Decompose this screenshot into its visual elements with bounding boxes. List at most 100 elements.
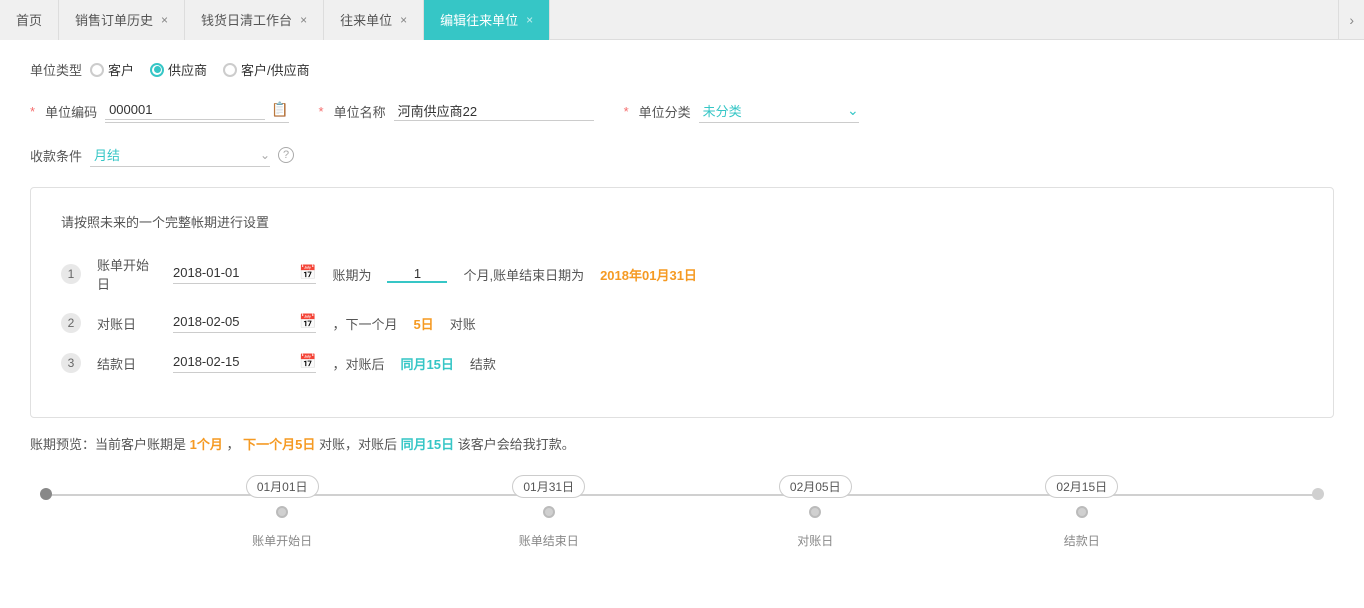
payment-day-highlight: 同月15日 (400, 354, 453, 373)
unit-info-row: * 单位编码 📋 * 单位名称 * 单位分类 未分类 ⌄ (30, 99, 1334, 123)
timeline-node-4-badge: 02月15日 (1045, 475, 1118, 498)
timeline-node-3-badge: 02月05日 (779, 475, 852, 498)
months-input[interactable] (387, 266, 447, 283)
payment-date-calendar-icon[interactable]: 📅 (299, 353, 316, 370)
period-desc-3-plain: ，对账后 (332, 354, 384, 373)
preview-months: 1个月 (190, 437, 223, 452)
radio-customer[interactable]: 客户 (90, 60, 134, 79)
unit-name-input[interactable] (394, 101, 594, 121)
timeline-node-2-badge: 01月31日 (512, 475, 585, 498)
reconcile-date-input[interactable] (173, 314, 293, 329)
tab-partners-close[interactable]: × (400, 13, 407, 27)
payment-date-input[interactable] (173, 354, 293, 369)
payment-date-wrap: 📅 (173, 353, 316, 373)
timeline-node-1-label: 账单开始日 (252, 532, 312, 549)
timeline-node-3-dot (809, 506, 821, 518)
preview-pay-day: 同月15日 (401, 437, 454, 452)
tab-partners-label: 往来单位 (340, 10, 392, 29)
unit-code-copy-icon[interactable]: 📋 (271, 101, 288, 118)
radio-supplier-dot (154, 66, 161, 73)
period-row-2: 2 对账日 📅 ，下一个月 5日 对账 (61, 313, 1303, 333)
tab-cash-work-close[interactable]: × (300, 13, 307, 27)
period-label-3: 结款日 (97, 354, 157, 373)
tab-home[interactable]: 首页 (0, 0, 59, 40)
timeline-node-4: 02月15日 结款日 (1045, 477, 1118, 549)
payment-terms-value: 月结 (90, 143, 260, 166)
period-row-3: 3 结款日 📅 ，对账后 同月15日 结款 (61, 353, 1303, 373)
tab-sales-history[interactable]: 销售订单历史 × (59, 0, 185, 40)
payment-terms-group: 收款条件 月结 ⌄ ? (30, 143, 294, 167)
period-desc-1-suffix: 个月,账单结束日期为 (463, 265, 584, 284)
unit-category-group: * 单位分类 未分类 ⌄ (624, 99, 859, 123)
unit-category-value: 未分类 (699, 99, 847, 122)
payment-terms-select[interactable]: 月结 ⌄ (90, 143, 270, 167)
timeline-section: 01月01日 账单开始日 01月31日 账单结束日 02月05日 对账日 02月… (40, 477, 1324, 549)
tabs-bar: 首页 销售订单历史 × 钱货日清工作台 × 往来单位 × 编辑往来单位 × › (0, 0, 1364, 40)
timeline-node-4-dot (1076, 506, 1088, 518)
payment-help-icon[interactable]: ? (278, 147, 294, 163)
payment-terms-label: 收款条件 (30, 146, 82, 165)
unit-category-arrow: ⌄ (847, 102, 859, 119)
tabs-scroll-arrow[interactable]: › (1338, 0, 1364, 40)
timeline-node-1: 01月01日 账单开始日 (246, 477, 319, 549)
radio-both[interactable]: 客户/供应商 (223, 60, 310, 79)
radio-supplier-label: 供应商 (168, 60, 207, 79)
timeline-node-3-label: 对账日 (797, 532, 833, 549)
unit-code-group: * 单位编码 📋 (30, 100, 289, 123)
tab-edit-partner-close[interactable]: × (526, 13, 533, 27)
reconcile-day-highlight: 5日 (413, 314, 433, 333)
timeline-node-2: 01月31日 账单结束日 (512, 477, 585, 549)
period-desc-1-pre: 账期为 (332, 265, 371, 284)
reconcile-date-calendar-icon[interactable]: 📅 (299, 313, 316, 330)
period-num-3: 3 (61, 353, 81, 373)
tab-cash-work-label: 钱货日清工作台 (201, 10, 292, 29)
unit-code-input[interactable] (105, 100, 265, 120)
period-settings-card: 请按照未来的一个完整帐期进行设置 1 账单开始日 📅 账期为 个月,账单结束日期… (30, 187, 1334, 418)
radio-customer-label: 客户 (108, 60, 134, 79)
radio-supplier[interactable]: 供应商 (150, 60, 207, 79)
unit-category-select[interactable]: 未分类 ⌄ (699, 99, 859, 123)
radio-supplier-circle (150, 63, 164, 77)
unit-category-star: * (624, 104, 629, 119)
period-num-2: 2 (61, 313, 81, 333)
timeline-node-1-dot (276, 506, 288, 518)
preview-end: 该客户会给我打款。 (458, 437, 575, 452)
timeline-end-section (1312, 477, 1324, 500)
tab-sales-history-label: 销售订单历史 (75, 10, 153, 29)
start-date-input[interactable] (173, 265, 293, 280)
radio-customer-circle (90, 63, 104, 77)
unit-type-label: 单位类型 (30, 60, 82, 79)
tab-sales-history-close[interactable]: × (161, 13, 168, 27)
timeline-start-end (40, 477, 52, 500)
preview-reconcile: 对账，对账后 (319, 437, 397, 452)
tab-partners[interactable]: 往来单位 × (324, 0, 424, 40)
tab-edit-partner[interactable]: 编辑往来单位 × (424, 0, 550, 40)
period-num-1: 1 (61, 264, 81, 284)
tab-cash-work[interactable]: 钱货日清工作台 × (185, 0, 324, 40)
unit-name-group: * 单位名称 (319, 101, 594, 121)
tab-home-label: 首页 (16, 10, 42, 29)
radio-both-label: 客户/供应商 (241, 60, 310, 79)
tab-edit-partner-label: 编辑往来单位 (440, 10, 518, 29)
unit-code-label: 单位编码 (45, 102, 97, 121)
unit-name-star: * (319, 104, 324, 119)
period-desc-2-plain: ，下一个月 (332, 314, 397, 333)
preview-section: 账期预览：当前客户账期是 1个月 ， 下一个月5日 对账，对账后 同月15日 该… (30, 434, 1334, 453)
main-content: 单位类型 客户 供应商 客户/供应商 (0, 40, 1364, 608)
unit-type-radios: 客户 供应商 客户/供应商 (90, 60, 310, 79)
unit-code-star: * (30, 104, 35, 119)
unit-type-row: 单位类型 客户 供应商 客户/供应商 (30, 60, 1334, 79)
period-desc-2-end: 对账 (450, 314, 476, 333)
period-label-1: 账单开始日 (97, 255, 157, 293)
timeline-end-dot (1312, 488, 1324, 500)
period-label-2: 对账日 (97, 314, 157, 333)
preview-next-day: 下一个月5日 (243, 437, 315, 452)
end-date-highlight: 2018年01月31日 (600, 265, 697, 284)
payment-terms-arrow: ⌄ (260, 148, 270, 162)
start-date-calendar-icon[interactable]: 📅 (299, 264, 316, 281)
unit-type-group: 单位类型 客户 供应商 客户/供应商 (30, 60, 310, 79)
timeline-node-1-badge: 01月01日 (246, 475, 319, 498)
payment-terms-row: 收款条件 月结 ⌄ ? (30, 143, 1334, 167)
timeline-node-2-dot (543, 506, 555, 518)
start-date-wrap: 📅 (173, 264, 316, 284)
